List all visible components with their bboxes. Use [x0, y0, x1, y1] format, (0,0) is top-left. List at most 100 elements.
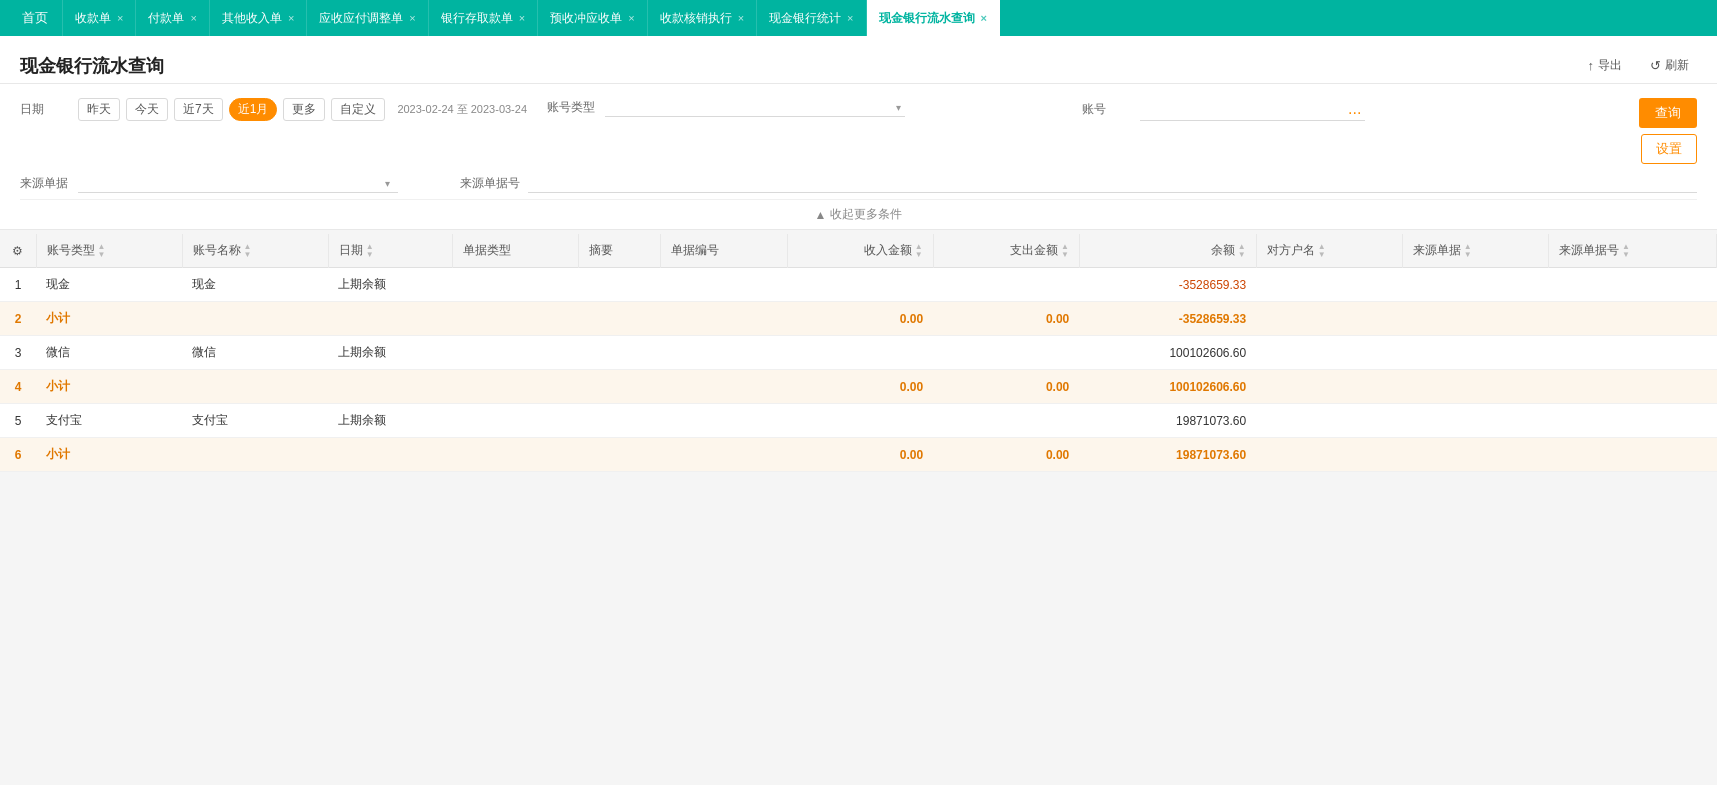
th-date[interactable]: 日期 ▲▼	[328, 234, 452, 268]
close-icon[interactable]: ×	[738, 12, 744, 24]
row-summary	[579, 438, 661, 472]
th-gear[interactable]: ⚙	[0, 234, 36, 268]
nav-tab-yinhangcunqu[interactable]: 银行存取款单 ×	[429, 0, 538, 36]
custom-btn[interactable]: 自定义	[331, 98, 385, 121]
top-nav: 首页 收款单 × 付款单 × 其他收入单 × 应收应付调整单 × 银行存取款单 …	[0, 0, 1717, 36]
refresh-icon: ↺	[1650, 58, 1661, 73]
close-icon[interactable]: ×	[981, 12, 987, 24]
close-icon[interactable]: ×	[288, 12, 294, 24]
row-balance: -3528659.33	[1079, 268, 1256, 302]
nav-tab-yingshouyingfu[interactable]: 应收应付调整单 ×	[307, 0, 428, 36]
source-doc-select[interactable]: ▾	[78, 174, 398, 193]
th-counterparty[interactable]: 对方户名 ▲▼	[1256, 234, 1402, 268]
settings-button[interactable]: 设置	[1641, 134, 1697, 164]
table-row: 1现金现金上期余额-3528659.33	[0, 268, 1717, 302]
close-icon[interactable]: ×	[409, 12, 415, 24]
row-counterparty	[1256, 302, 1402, 336]
th-doc-type[interactable]: 单据类型	[453, 234, 579, 268]
row-source-doc	[1402, 370, 1548, 404]
sort-icon: ▲▼	[1318, 243, 1326, 259]
account-type-value	[609, 100, 896, 114]
sort-icon: ▲▼	[244, 243, 252, 259]
row-account-name	[182, 438, 328, 472]
row-doc-type	[453, 438, 579, 472]
th-source-doc[interactable]: 来源单据 ▲▼	[1402, 234, 1548, 268]
sort-icon: ▲▼	[366, 243, 374, 259]
query-button[interactable]: 查询	[1639, 98, 1697, 128]
row-income: 0.00	[787, 370, 933, 404]
th-balance[interactable]: 余额 ▲▼	[1079, 234, 1256, 268]
row-account-name	[182, 370, 328, 404]
nav-tab-fukuandan[interactable]: 付款单 ×	[136, 0, 209, 36]
th-source-doc-no[interactable]: 来源单据号 ▲▼	[1548, 234, 1716, 268]
sort-icon: ▲▼	[1464, 243, 1472, 259]
row-index: 1	[0, 268, 36, 302]
collapse-bar[interactable]: ▲ 收起更多条件	[20, 199, 1697, 229]
row-source-doc	[1402, 336, 1548, 370]
date-label: 日期	[20, 101, 70, 118]
filter-section: 日期 昨天 今天 近7天 近1月 更多 自定义 2023-02-24 至 202…	[0, 84, 1717, 230]
row-account-type: 现金	[36, 268, 182, 302]
row-date	[328, 302, 452, 336]
row-expense	[933, 336, 1079, 370]
row-doc-type	[453, 404, 579, 438]
th-summary[interactable]: 摘要	[579, 234, 661, 268]
row-account-name: 支付宝	[182, 404, 328, 438]
export-button[interactable]: ↑ 导出	[1580, 53, 1631, 78]
th-account-name[interactable]: 账号名称 ▲▼	[182, 234, 328, 268]
row-account-name: 现金	[182, 268, 328, 302]
close-icon[interactable]: ×	[519, 12, 525, 24]
account-type-select[interactable]: ▾	[605, 98, 905, 117]
table-row: 2小计0.000.00-3528659.33	[0, 302, 1717, 336]
nav-tab-qitashouru[interactable]: 其他收入单 ×	[210, 0, 307, 36]
th-doc-no[interactable]: 单据编号	[661, 234, 787, 268]
row-index: 5	[0, 404, 36, 438]
th-expense[interactable]: 支出金额 ▲▼	[933, 234, 1079, 268]
more-btn[interactable]: 更多	[283, 98, 325, 121]
account-input[interactable]	[1144, 100, 1344, 118]
row-date	[328, 370, 452, 404]
yesterday-btn[interactable]: 昨天	[78, 98, 120, 121]
row-income	[787, 268, 933, 302]
row-source-doc	[1402, 404, 1548, 438]
th-account-type[interactable]: 账号类型 ▲▼	[36, 234, 182, 268]
close-icon[interactable]: ×	[190, 12, 196, 24]
row-doc-no	[661, 370, 787, 404]
export-icon: ↑	[1588, 58, 1595, 73]
today-btn[interactable]: 今天	[126, 98, 168, 121]
row-counterparty	[1256, 370, 1402, 404]
account-dots-button[interactable]: ...	[1348, 100, 1361, 118]
nav-home[interactable]: 首页	[8, 0, 63, 36]
nav-tab-shoukuandan[interactable]: 收款单 ×	[63, 0, 136, 36]
row-doc-no	[661, 302, 787, 336]
source-doc-no-input[interactable]	[528, 174, 1697, 193]
row-source-doc-no	[1548, 302, 1716, 336]
nav-tab-xianjintongji[interactable]: 现金银行统计 ×	[757, 0, 866, 36]
refresh-button[interactable]: ↺ 刷新	[1642, 53, 1697, 78]
nav-tab-liushui[interactable]: 现金银行流水查询 ×	[867, 0, 1000, 36]
row-expense	[933, 404, 1079, 438]
close-icon[interactable]: ×	[628, 12, 634, 24]
th-income[interactable]: 收入金额 ▲▼	[787, 234, 933, 268]
row-date: 上期余额	[328, 404, 452, 438]
row-account-type: 小计	[36, 370, 182, 404]
table-container: ⚙ 账号类型 ▲▼ 账号名称 ▲▼ 日期	[0, 234, 1717, 472]
nav-tab-yushouchen[interactable]: 预收冲应收单 ×	[538, 0, 647, 36]
close-icon[interactable]: ×	[117, 12, 123, 24]
row-index: 2	[0, 302, 36, 336]
row-doc-no	[661, 438, 787, 472]
sort-icon: ▲▼	[98, 243, 106, 259]
near1month-btn[interactable]: 近1月	[229, 98, 278, 121]
row-expense: 0.00	[933, 370, 1079, 404]
gear-icon[interactable]: ⚙	[12, 244, 23, 258]
table-row: 5支付宝支付宝上期余额19871073.60	[0, 404, 1717, 438]
row-expense: 0.00	[933, 438, 1079, 472]
near7days-btn[interactable]: 近7天	[174, 98, 223, 121]
table-row: 6小计0.000.0019871073.60	[0, 438, 1717, 472]
nav-tab-shoukuanzhixing[interactable]: 收款核销执行 ×	[648, 0, 757, 36]
row-summary	[579, 404, 661, 438]
close-icon[interactable]: ×	[847, 12, 853, 24]
page-header: 现金银行流水查询 ↑ 导出 ↺ 刷新	[0, 36, 1717, 84]
row-account-type: 小计	[36, 302, 182, 336]
row-summary	[579, 370, 661, 404]
